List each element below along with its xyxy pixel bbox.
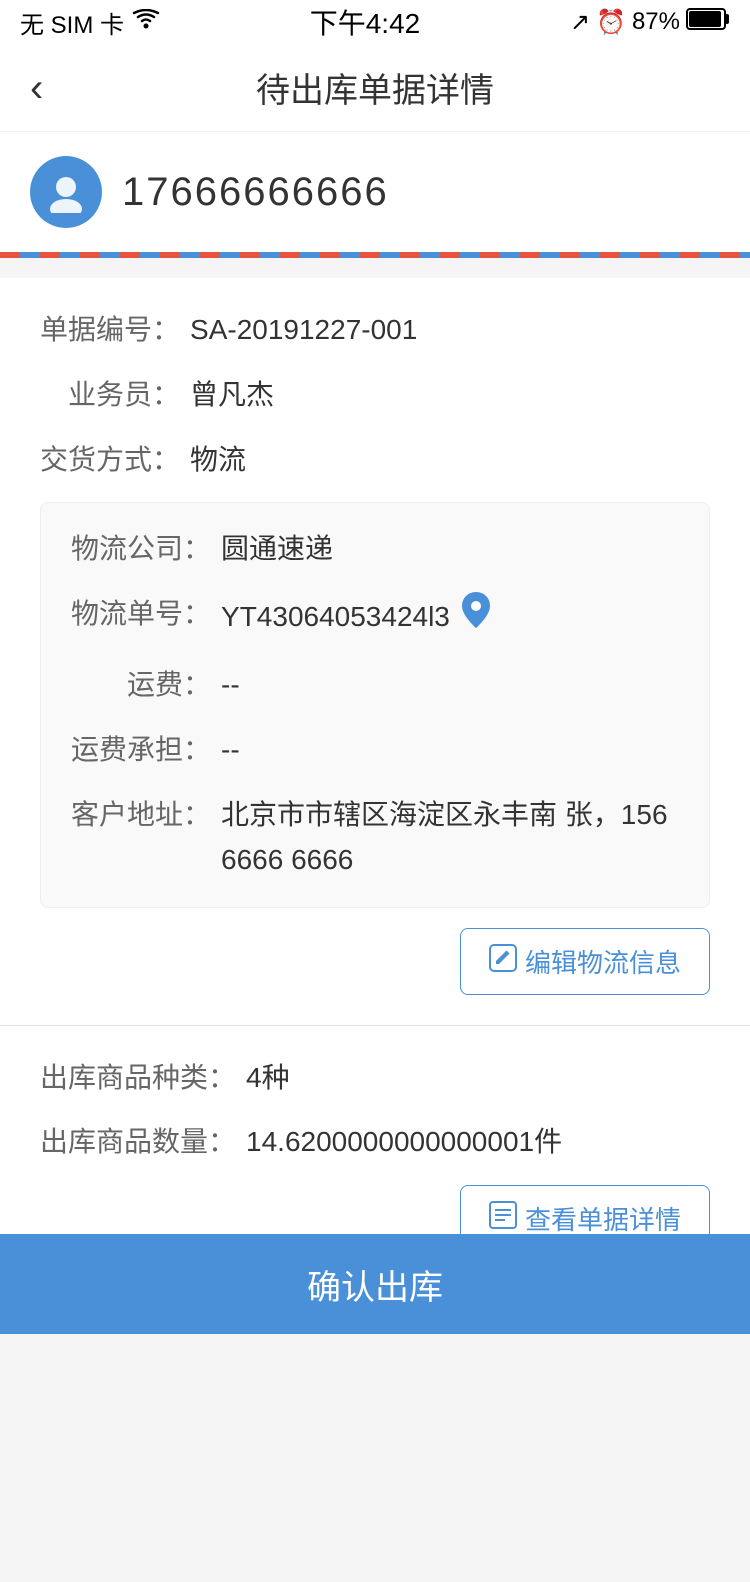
wifi-icon bbox=[132, 8, 160, 36]
customer-phone: 17666666666 bbox=[122, 170, 389, 215]
edit-logistics-button-row: 编辑物流信息 bbox=[40, 928, 710, 995]
address-label: 客户地址： bbox=[71, 793, 211, 838]
delivery-method-row: 交货方式： 物流 bbox=[40, 438, 710, 483]
tracking-location-icon[interactable] bbox=[460, 592, 492, 643]
delivery-method-label: 交货方式： bbox=[40, 438, 180, 483]
document-no-label: 单据编号： bbox=[40, 308, 180, 353]
goods-quantity-row: 出库商品数量： 14.6200000000000001件 bbox=[40, 1120, 710, 1165]
salesperson-label: 业务员： bbox=[40, 373, 180, 418]
edit-logistics-button[interactable]: 编辑物流信息 bbox=[460, 928, 710, 995]
nav-bar: ‹ 待出库单据详情 bbox=[0, 44, 750, 132]
confirm-button[interactable]: 确认出库 bbox=[0, 1234, 750, 1334]
logistics-company-label: 物流公司： bbox=[71, 527, 211, 572]
logistics-company-row: 物流公司： 圆通速递 bbox=[71, 527, 679, 572]
salesperson-value: 曾凡杰 bbox=[190, 373, 710, 418]
freight-bearer-label: 运费承担： bbox=[71, 728, 211, 773]
logistics-company-value: 圆通速递 bbox=[221, 527, 679, 572]
address-value: 北京市市辖区海淀区永丰南 张，156 6666 6666 bbox=[221, 793, 679, 883]
location-status-icon: ↗ bbox=[570, 8, 590, 37]
edit-icon bbox=[489, 944, 517, 979]
status-left: 无 SIM 卡 bbox=[20, 5, 160, 40]
goods-types-label: 出库商品种类： bbox=[40, 1056, 236, 1101]
page-title: 待出库单据详情 bbox=[256, 63, 494, 112]
document-no-value: SA-20191227-001 bbox=[190, 308, 710, 353]
confirm-button-label: 确认出库 bbox=[307, 1260, 443, 1309]
sim-label: 无 SIM 卡 bbox=[20, 5, 124, 40]
edit-logistics-label: 编辑物流信息 bbox=[525, 943, 681, 980]
document-icon bbox=[489, 1201, 517, 1236]
salesperson-row: 业务员： 曾凡杰 bbox=[40, 373, 710, 418]
address-row: 客户地址： 北京市市辖区海淀区永丰南 张，156 6666 6666 bbox=[71, 793, 679, 883]
status-bar: 无 SIM 卡 下午4:42 ↗ ⏰ 87% bbox=[0, 0, 750, 44]
battery-icon bbox=[686, 8, 730, 37]
delivery-method-value: 物流 bbox=[190, 438, 710, 483]
freight-row: 运费： -- bbox=[71, 663, 679, 708]
customer-header: 17666666666 bbox=[0, 132, 750, 252]
goods-types-row: 出库商品种类： 4种 bbox=[40, 1056, 710, 1101]
status-right: ↗ ⏰ 87% bbox=[570, 8, 730, 37]
freight-label: 运费： bbox=[71, 663, 211, 708]
status-time: 下午4:42 bbox=[310, 2, 421, 42]
freight-value: -- bbox=[221, 663, 679, 708]
tracking-no-row: 物流单号： YT43064053424l3 bbox=[71, 592, 679, 643]
battery-label: 87% bbox=[632, 8, 680, 36]
goods-types-value: 4种 bbox=[246, 1056, 710, 1101]
goods-quantity-value: 14.6200000000000001件 bbox=[246, 1120, 710, 1165]
alarm-icon: ⏰ bbox=[596, 8, 626, 37]
dashed-divider bbox=[0, 252, 750, 258]
tracking-no-label: 物流单号： bbox=[71, 592, 211, 637]
tracking-no-value: YT43064053424l3 bbox=[221, 592, 679, 643]
avatar bbox=[30, 156, 102, 228]
basic-info-section: 单据编号： SA-20191227-001 业务员： 曾凡杰 交货方式： 物流 … bbox=[0, 278, 750, 1025]
logistics-section: 物流公司： 圆通速递 物流单号： YT43064053424l3 运费： bbox=[40, 502, 710, 907]
back-button[interactable]: ‹ bbox=[30, 68, 43, 108]
document-no-row: 单据编号： SA-20191227-001 bbox=[40, 308, 710, 353]
goods-quantity-label: 出库商品数量： bbox=[40, 1120, 236, 1165]
view-details-label: 查看单据详情 bbox=[525, 1200, 681, 1237]
freight-bearer-row: 运费承担： -- bbox=[71, 728, 679, 773]
freight-bearer-value: -- bbox=[221, 728, 679, 773]
